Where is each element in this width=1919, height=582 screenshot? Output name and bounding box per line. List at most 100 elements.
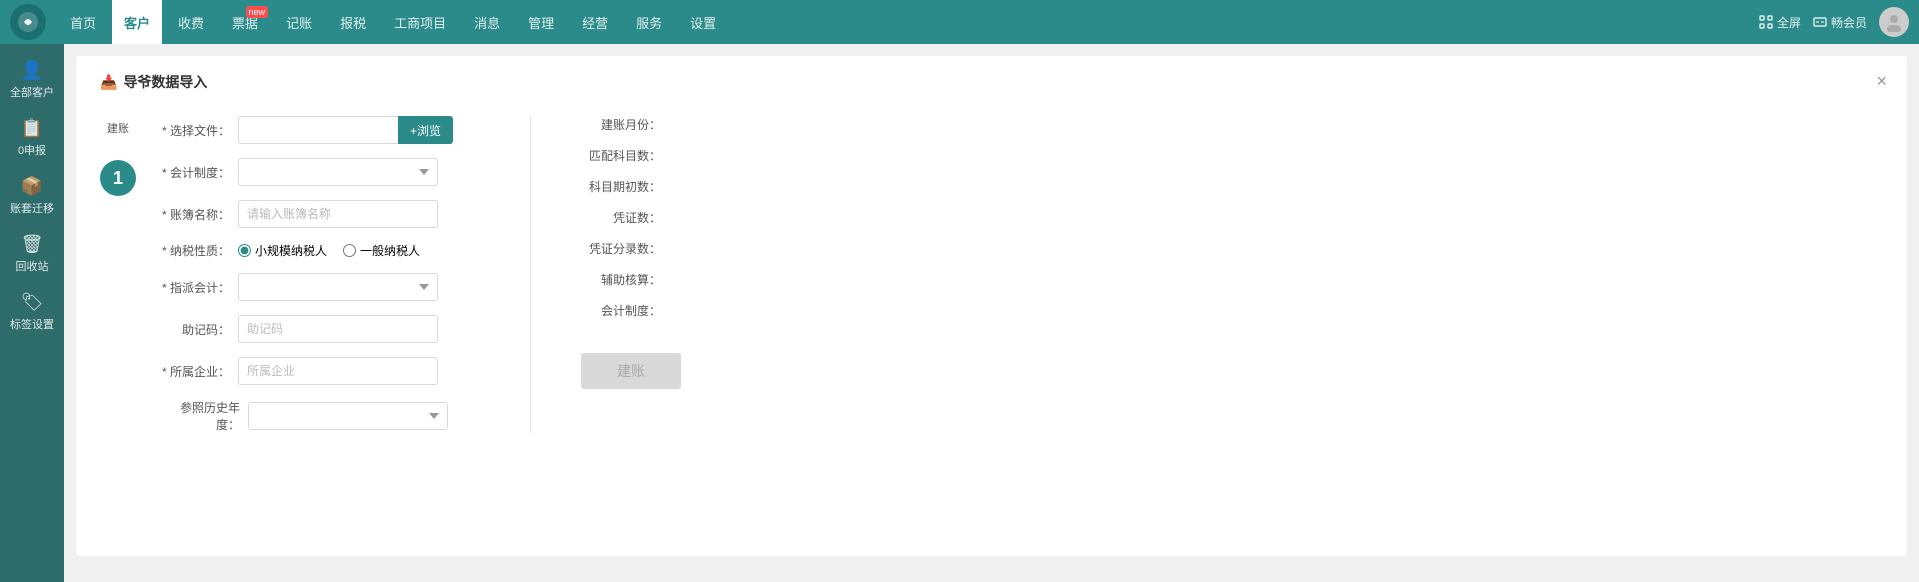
nav-settings[interactable]: 设置 xyxy=(678,0,728,44)
fullscreen-label: 全屏 xyxy=(1777,14,1801,31)
history-year-row: 参照历史年度： xyxy=(160,399,480,433)
nav-invoice[interactable]: 票据 new xyxy=(220,0,270,44)
nav-service[interactable]: 服务 xyxy=(624,0,674,44)
trash-icon: 🗑 xyxy=(21,234,44,255)
fullscreen-icon xyxy=(1759,15,1773,29)
memo-label: 助记码： xyxy=(160,321,230,338)
new-badge: new xyxy=(246,6,269,18)
radio-general-label: 一般纳税人 xyxy=(360,242,420,259)
info-aux-calc-label: 辅助核算： xyxy=(581,271,661,288)
sidebar-item-migrate-label: 账套迁移 xyxy=(10,200,54,216)
file-select-row: * 选择文件： +浏览 xyxy=(160,116,480,144)
fullscreen-button[interactable]: 全屏 xyxy=(1759,14,1801,31)
info-month-label: 建账月份： xyxy=(581,116,661,133)
accountant-label: * 指派会计： xyxy=(160,279,230,296)
accounting-select[interactable] xyxy=(238,158,438,186)
accounting-label: * 会计制度： xyxy=(160,164,230,181)
info-match-row: 匹配科目数： xyxy=(581,147,821,164)
info-accounting-system-label: 会计制度： xyxy=(581,302,661,319)
info-voucher-entries-label: 凭证分录数： xyxy=(581,240,661,257)
info-period-label: 科目期初数： xyxy=(581,178,661,195)
tax-type-label: * 纳税性质： xyxy=(160,242,230,259)
avatar-icon xyxy=(1884,12,1904,32)
nav-biz[interactable]: 工商项目 xyxy=(382,0,458,44)
info-aux-calc-row: 辅助核算： xyxy=(581,271,821,288)
build-account-label: 建账 xyxy=(107,120,129,136)
tag-icon: 🏷 xyxy=(21,292,44,313)
sidebar-item-declare[interactable]: 📋 0申报 xyxy=(0,110,64,166)
form-divider xyxy=(530,116,531,433)
file-label: * 选择文件： xyxy=(160,122,230,139)
nav-client[interactable]: 客户 xyxy=(112,0,162,44)
accounting-row: * 会计制度： xyxy=(160,158,480,186)
ledger-name-label: * 账簿名称： xyxy=(160,206,230,223)
main-layout: 👤 全部客户 📋 0申报 📦 账套迁移 🗑 回收站 🏷 标签设置 📥 导爷数据导… xyxy=(0,44,1919,582)
vip-label: 畅会员 xyxy=(1831,14,1867,31)
tax-type-radio-group: 小规模纳税人 一般纳税人 xyxy=(238,242,420,259)
radio-small-input[interactable] xyxy=(238,244,251,257)
sidebar-item-trash-label: 回收站 xyxy=(16,258,49,274)
nav-home[interactable]: 首页 xyxy=(58,0,108,44)
step-circle: 1 xyxy=(100,160,136,196)
info-voucher-row: 凭证数： xyxy=(581,209,821,226)
nav-message[interactable]: 消息 xyxy=(462,0,512,44)
user-avatar[interactable] xyxy=(1879,7,1909,37)
memo-row: 助记码： xyxy=(160,315,480,343)
build-button-wrap: 建账 xyxy=(581,353,821,389)
panel-title-icon: 📥 xyxy=(100,74,117,91)
history-year-select[interactable] xyxy=(248,402,448,430)
app-logo xyxy=(10,4,46,40)
file-input[interactable] xyxy=(238,116,398,144)
sidebar-item-all-clients-label: 全部客户 xyxy=(10,84,54,100)
build-account-button[interactable]: 建账 xyxy=(581,353,681,389)
vip-icon xyxy=(1813,15,1827,29)
info-voucher-label: 凭证数： xyxy=(581,209,661,226)
form-right: 建账月份： 匹配科目数： 科目期初数： 凭证数： xyxy=(581,116,821,433)
radio-small-label: 小规模纳税人 xyxy=(255,242,327,259)
company-input[interactable] xyxy=(238,357,438,385)
info-match-label: 匹配科目数： xyxy=(581,147,661,164)
sidebar-item-migrate[interactable]: 📦 账套迁移 xyxy=(0,168,64,224)
nav-manage[interactable]: 管理 xyxy=(516,0,566,44)
topnav: 首页 客户 收费 票据 new 记账 报税 工商项目 消息 管理 经营 服务 设… xyxy=(0,0,1919,44)
radio-general-input[interactable] xyxy=(343,244,356,257)
info-voucher-entries-row: 凭证分录数： xyxy=(581,240,821,257)
company-row: * 所属企业： xyxy=(160,357,480,385)
nav-tax[interactable]: 报税 xyxy=(328,0,378,44)
nav-ledger[interactable]: 记账 xyxy=(274,0,324,44)
topnav-right: 全屏 畅会员 xyxy=(1759,7,1909,37)
sidebar-item-tag[interactable]: 🏷 标签设置 xyxy=(0,284,64,340)
form-fields: * 选择文件： +浏览 * 会计制度： xyxy=(160,116,480,433)
sidebar-item-trash[interactable]: 🗑 回收站 xyxy=(0,226,64,282)
info-month-row: 建账月份： xyxy=(581,116,821,133)
panel-title-text: 导爷数据导入 xyxy=(123,72,207,92)
browse-button[interactable]: +浏览 xyxy=(398,116,453,144)
file-input-wrap: +浏览 xyxy=(238,116,453,144)
form-wrapper: 建账 1 * 选择文件： +浏览 xyxy=(100,116,1883,433)
memo-input[interactable] xyxy=(238,315,438,343)
all-clients-icon: 👤 xyxy=(21,60,43,81)
nav-fee[interactable]: 收费 xyxy=(166,0,216,44)
accountant-row: * 指派会计： xyxy=(160,273,480,301)
history-year-label: 参照历史年度： xyxy=(160,399,240,433)
declare-icon: 📋 xyxy=(21,118,43,139)
radio-small-taxpayer[interactable]: 小规模纳税人 xyxy=(238,242,327,259)
sidebar-item-tag-label: 标签设置 xyxy=(10,316,54,332)
sidebar-item-all-clients[interactable]: 👤 全部客户 xyxy=(0,52,64,108)
vip-button[interactable]: 畅会员 xyxy=(1813,14,1867,31)
ledger-name-input[interactable] xyxy=(238,200,438,228)
migrate-icon: 📦 xyxy=(21,176,43,197)
info-accounting-system-row: 会计制度： xyxy=(581,302,821,319)
accountant-select[interactable] xyxy=(238,273,438,301)
close-button[interactable]: × xyxy=(1876,72,1887,90)
form-left: 建账 1 * 选择文件： +浏览 xyxy=(100,116,480,433)
import-panel: 📥 导爷数据导入 × 建账 1 * 选择文件： xyxy=(76,56,1907,556)
radio-general-taxpayer[interactable]: 一般纳税人 xyxy=(343,242,420,259)
tax-type-row: * 纳税性质： 小规模纳税人 一般纳税人 xyxy=(160,242,480,259)
sidebar-item-declare-label: 0申报 xyxy=(18,142,46,158)
company-label: * 所属企业： xyxy=(160,363,230,380)
nav-operation[interactable]: 经营 xyxy=(570,0,620,44)
info-period-row: 科目期初数： xyxy=(581,178,821,195)
panel-title: 📥 导爷数据导入 xyxy=(100,72,1883,92)
sidebar: 👤 全部客户 📋 0申报 📦 账套迁移 🗑 回收站 🏷 标签设置 xyxy=(0,44,64,582)
